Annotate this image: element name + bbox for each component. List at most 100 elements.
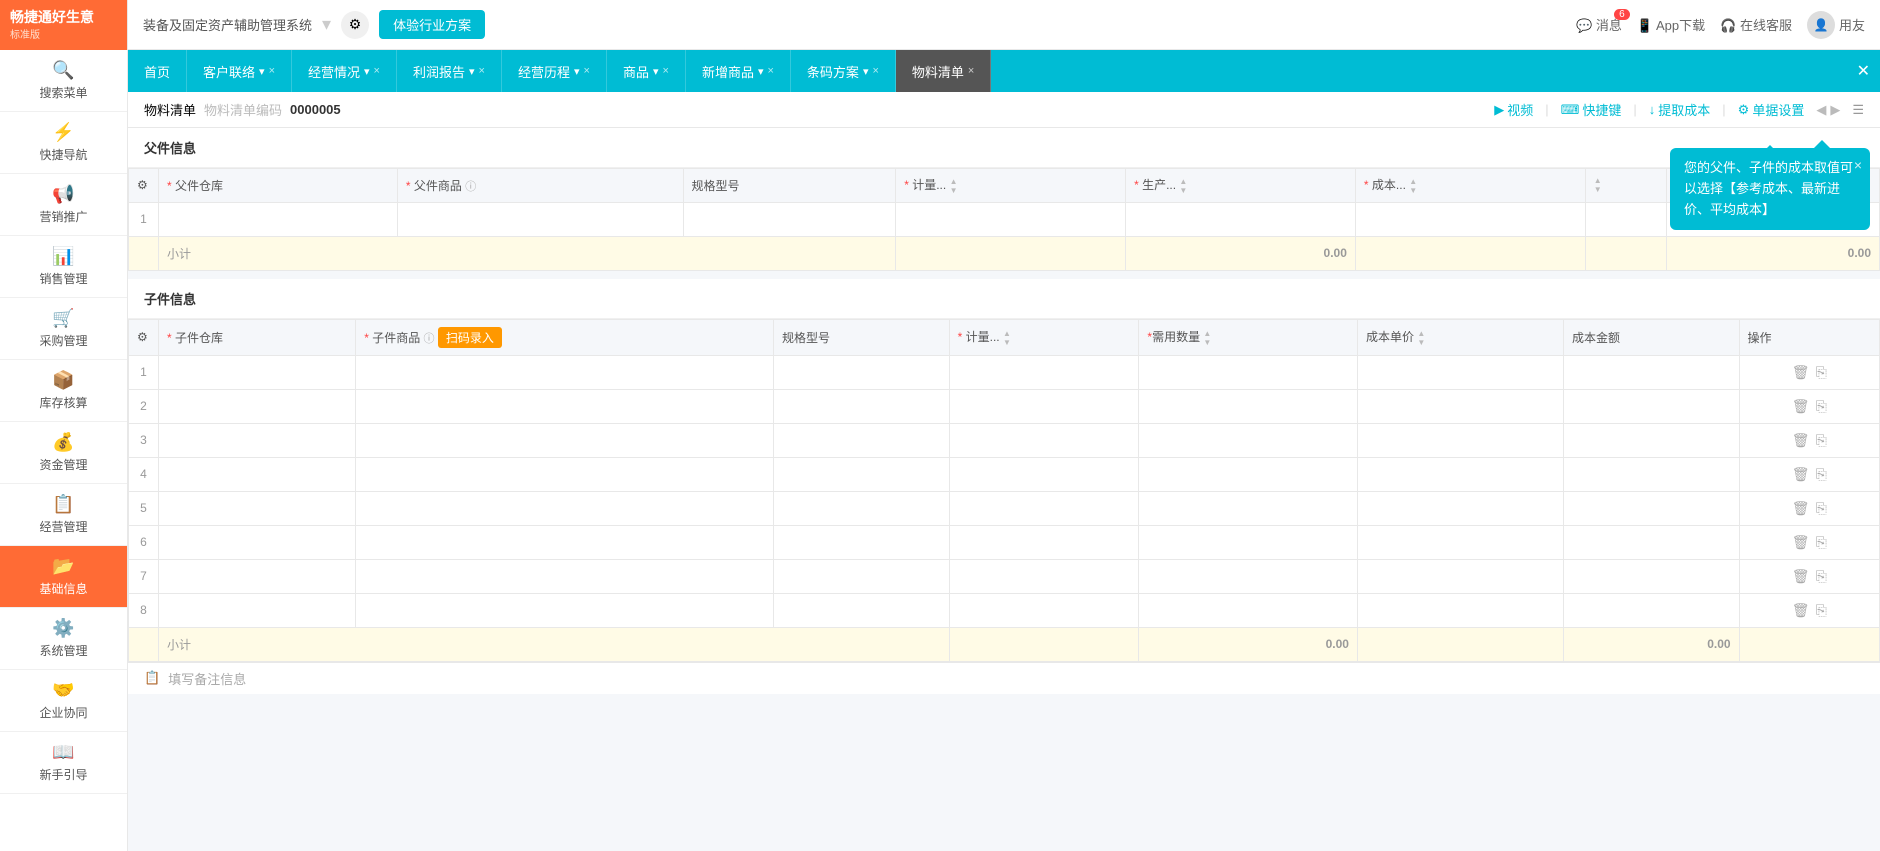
tab-close-icon[interactable]: ×: [872, 65, 878, 77]
child-product-cell[interactable]: [356, 423, 774, 457]
parent-product-cell[interactable]: [397, 202, 683, 236]
delete-row-button[interactable]: 🗑: [1792, 602, 1810, 619]
user-avatar[interactable]: 👤 用友: [1807, 11, 1865, 39]
sidebar-item-marketing[interactable]: 📢 营销推广: [0, 174, 127, 236]
sidebar-item-guide[interactable]: 📖 新手引导: [0, 732, 127, 794]
child-product-cell[interactable]: [356, 457, 774, 491]
online-service-button[interactable]: 🎧 在线客服: [1720, 15, 1792, 34]
tab-close-icon[interactable]: ×: [968, 65, 974, 77]
child-product-cell[interactable]: [356, 491, 774, 525]
child-spec-cell[interactable]: [774, 389, 950, 423]
parent-cost-cell[interactable]: [1355, 202, 1585, 236]
expand-icon[interactable]: ☰: [1852, 102, 1864, 118]
child-unit-cell[interactable]: [949, 491, 1139, 525]
delete-row-button[interactable]: 🗑: [1792, 364, 1810, 381]
tab-operations[interactable]: 经营情况 ▾ ×: [292, 50, 397, 92]
child-spec-cell[interactable]: [774, 491, 950, 525]
tab-goods[interactable]: 商品 ▾ ×: [607, 50, 686, 92]
sidebar-item-finance[interactable]: 💰 资金管理: [0, 422, 127, 484]
child-warehouse-cell[interactable]: [159, 423, 356, 457]
tab-close-icon[interactable]: ×: [374, 65, 380, 77]
tab-close-icon[interactable]: ×: [269, 65, 275, 77]
child-qty-cell[interactable]: [1139, 593, 1358, 627]
nav-left-icon[interactable]: ◀: [1816, 102, 1826, 118]
child-spec-cell[interactable]: [774, 355, 950, 389]
copy-row-button[interactable]: ⎘: [1816, 500, 1827, 517]
child-product-cell[interactable]: [356, 593, 774, 627]
child-spec-cell[interactable]: [774, 525, 950, 559]
view-action[interactable]: ▶ 视频: [1494, 100, 1533, 119]
tab-bom[interactable]: 物料清单 ×: [896, 50, 991, 92]
child-product-cell[interactable]: [356, 355, 774, 389]
child-warehouse-cell[interactable]: [159, 525, 356, 559]
child-spec-cell[interactable]: [774, 559, 950, 593]
child-unit-cell[interactable]: [949, 389, 1139, 423]
sidebar-item-search[interactable]: 🔍 搜索菜单: [0, 50, 127, 112]
delete-row-button[interactable]: 🗑: [1792, 432, 1810, 449]
tab-barcode[interactable]: 条码方案 ▾ ×: [791, 50, 896, 92]
tab-close-icon[interactable]: ×: [663, 65, 669, 77]
child-warehouse-cell[interactable]: [159, 389, 356, 423]
child-spec-cell[interactable]: [774, 457, 950, 491]
child-unit-price-cell[interactable]: [1357, 525, 1563, 559]
tab-profit[interactable]: 利润报告 ▾ ×: [397, 50, 502, 92]
child-unit-price-cell[interactable]: [1357, 559, 1563, 593]
child-product-cell[interactable]: [356, 559, 774, 593]
delete-row-button[interactable]: 🗑: [1792, 500, 1810, 517]
close-all-tabs-button[interactable]: ✕: [1847, 61, 1880, 81]
sidebar-item-purchase[interactable]: 🛒 采购管理: [0, 298, 127, 360]
child-unit-cell[interactable]: [949, 525, 1139, 559]
child-unit-price-cell[interactable]: [1357, 593, 1563, 627]
child-unit-cell[interactable]: [949, 423, 1139, 457]
child-qty-cell[interactable]: [1139, 423, 1358, 457]
child-qty-cell[interactable]: [1139, 559, 1358, 593]
parent-prod-cell[interactable]: [1126, 202, 1356, 236]
child-qty-cell[interactable]: [1139, 491, 1358, 525]
copy-row-button[interactable]: ⎘: [1816, 602, 1827, 619]
parent-warehouse-cell[interactable]: [159, 202, 398, 236]
delete-row-button[interactable]: 🗑: [1792, 398, 1810, 415]
sidebar-item-sales[interactable]: 📊 销售管理: [0, 236, 127, 298]
child-warehouse-cell[interactable]: [159, 593, 356, 627]
sidebar-item-system[interactable]: ⚙️ 系统管理: [0, 608, 127, 670]
child-qty-cell[interactable]: [1139, 525, 1358, 559]
tab-new-goods[interactable]: 新增商品 ▾ ×: [686, 50, 791, 92]
child-spec-cell[interactable]: [774, 423, 950, 457]
trial-button[interactable]: 体验行业方案: [379, 10, 485, 39]
tab-close-icon[interactable]: ×: [767, 65, 773, 77]
child-qty-cell[interactable]: [1139, 457, 1358, 491]
settings-action[interactable]: ⚙ 单据设置: [1738, 100, 1805, 119]
sidebar-item-collab[interactable]: 🤝 企业协同: [0, 670, 127, 732]
child-unit-price-cell[interactable]: [1357, 355, 1563, 389]
child-product-cell[interactable]: [356, 525, 774, 559]
sidebar-item-ops[interactable]: 📋 经营管理: [0, 484, 127, 546]
child-warehouse-cell[interactable]: [159, 559, 356, 593]
cost-action[interactable]: ↓ 提取成本: [1649, 100, 1711, 119]
child-unit-price-cell[interactable]: [1357, 457, 1563, 491]
child-unit-cell[interactable]: [949, 593, 1139, 627]
tab-history[interactable]: 经营历程 ▾ ×: [502, 50, 607, 92]
delete-row-button[interactable]: 🗑: [1792, 568, 1810, 585]
col-settings[interactable]: ⚙: [129, 169, 159, 203]
parent-spec-cell[interactable]: [683, 202, 896, 236]
child-unit-price-cell[interactable]: [1357, 423, 1563, 457]
copy-row-button[interactable]: ⎘: [1816, 534, 1827, 551]
child-product-cell[interactable]: [356, 389, 774, 423]
child-spec-cell[interactable]: [774, 593, 950, 627]
tab-close-icon[interactable]: ×: [584, 65, 590, 77]
copy-row-button[interactable]: ⎘: [1816, 398, 1827, 415]
delete-row-button[interactable]: 🗑: [1792, 466, 1810, 483]
child-warehouse-cell[interactable]: [159, 491, 356, 525]
child-unit-cell[interactable]: [949, 559, 1139, 593]
child-unit-cell[interactable]: [949, 355, 1139, 389]
col-settings-child[interactable]: ⚙: [129, 319, 159, 355]
sidebar-item-quicknav[interactable]: ⚡ 快捷导航: [0, 112, 127, 174]
dropdown-arrow-icon[interactable]: ▾: [322, 14, 331, 35]
message-button[interactable]: 💬 6 消息: [1576, 15, 1622, 34]
note-hint[interactable]: 填写备注信息: [168, 669, 246, 688]
child-unit-cell[interactable]: [949, 457, 1139, 491]
tab-close-icon[interactable]: ×: [479, 65, 485, 77]
delete-row-button[interactable]: 🗑: [1792, 534, 1810, 551]
nav-right-icon[interactable]: ▶: [1830, 102, 1840, 118]
copy-row-button[interactable]: ⎘: [1816, 364, 1827, 381]
